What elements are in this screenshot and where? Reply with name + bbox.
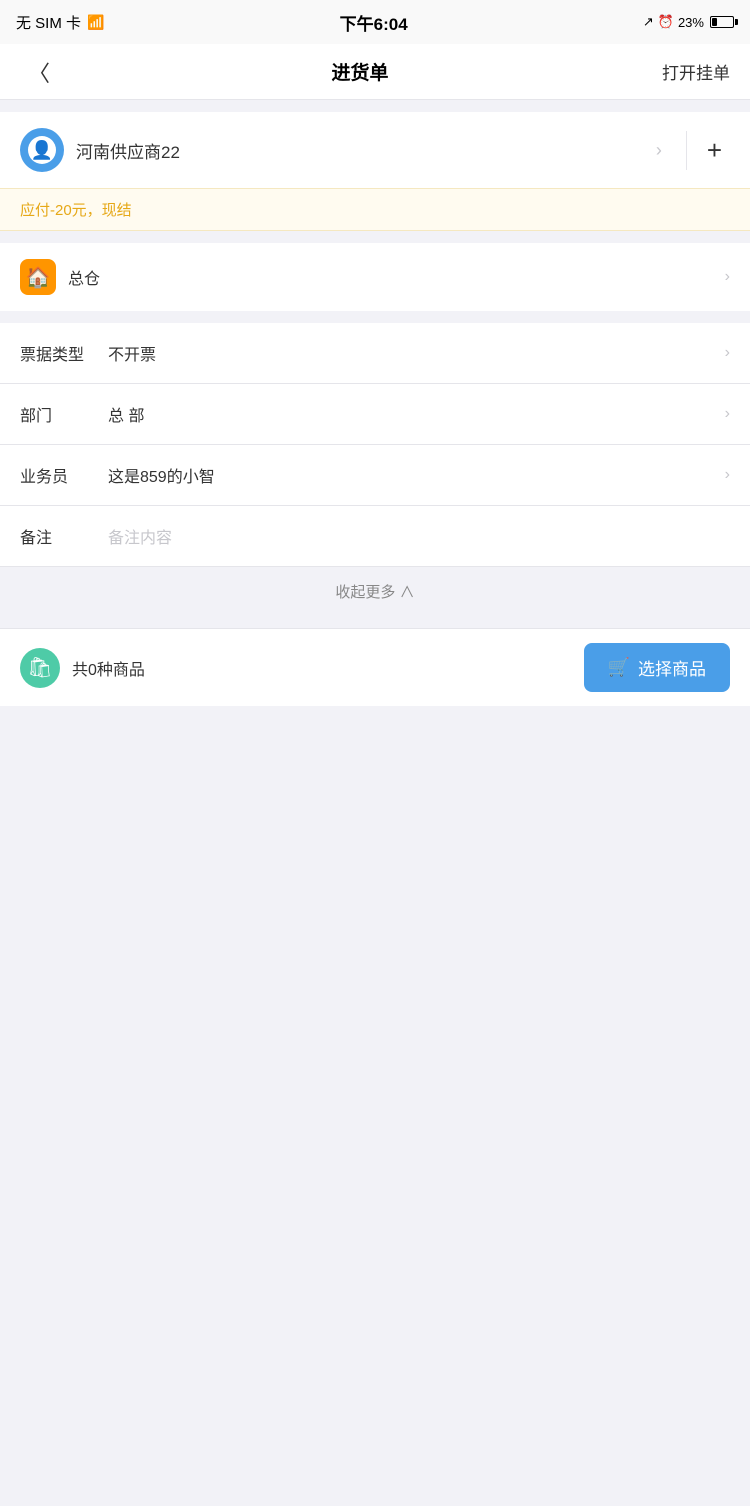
page-title: 进货单	[332, 58, 389, 85]
form-section: 票据类型 不开票 › 部门 总 部 › 业务员 这是859的小智 › 备注 备注…	[0, 323, 750, 566]
warehouse-icon: 🏠	[20, 259, 56, 295]
department-row[interactable]: 部门 总 部 ›	[0, 384, 750, 445]
select-product-button[interactable]: 🛒 选择商品	[584, 643, 730, 692]
person-icon: 👤	[31, 140, 53, 161]
department-value: 总 部	[100, 402, 717, 426]
notice-text: 应付-20元，现结	[20, 202, 132, 219]
salesperson-row[interactable]: 业务员 这是859的小智 ›	[0, 445, 750, 506]
invoice-type-value: 不开票	[100, 341, 717, 365]
salesperson-value: 这是859的小智	[100, 463, 717, 487]
product-bag-icon: 🛍	[20, 648, 60, 688]
invoice-type-row[interactable]: 票据类型 不开票 ›	[0, 323, 750, 384]
notice-banner: 应付-20元，现结	[0, 188, 750, 231]
section-gap-1	[0, 100, 750, 112]
battery-percent: 23%	[678, 15, 704, 30]
wifi-icon: 📶	[87, 14, 104, 31]
open-pending-button[interactable]: 打开挂单	[662, 59, 730, 84]
status-bar: 无 SIM 卡 📶 下午6:04 ↗ ⏰ 23%	[0, 0, 750, 44]
invoice-type-chevron-icon: ›	[725, 344, 730, 362]
product-count-left: 🛍 共0种商品	[20, 648, 145, 688]
collapse-row[interactable]: 收起更多 ∧	[0, 566, 750, 616]
remark-row[interactable]: 备注 备注内容	[0, 506, 750, 566]
main-content-bg	[0, 706, 750, 1506]
avatar-inner: 👤	[28, 136, 56, 164]
salesperson-label: 业务员	[20, 463, 100, 487]
department-chevron-icon: ›	[725, 405, 730, 423]
alarm-icon: ⏰	[658, 14, 674, 30]
select-product-icon: 🛒	[608, 657, 630, 678]
supplier-chevron-icon: ›	[656, 140, 662, 161]
warehouse-row[interactable]: 🏠 总仓 ›	[0, 243, 750, 311]
location-icon: ↗	[643, 14, 654, 30]
back-button[interactable]: 〈	[20, 48, 58, 96]
bag-icon: 🛍	[27, 655, 52, 680]
add-supplier-button[interactable]: +	[686, 131, 730, 170]
supplier-left: 👤 河南供应商22	[20, 128, 656, 172]
warehouse-section: 🏠 总仓 ›	[0, 243, 750, 311]
nav-bar: 〈 进货单 打开挂单	[0, 44, 750, 100]
supplier-row[interactable]: 👤 河南供应商22 › +	[0, 112, 750, 188]
invoice-type-label: 票据类型	[20, 341, 100, 365]
supplier-avatar: 👤	[20, 128, 64, 172]
status-left: 无 SIM 卡 📶	[16, 12, 104, 33]
section-gap-2	[0, 231, 750, 243]
select-product-label: 选择商品	[638, 655, 706, 680]
battery-icon	[710, 16, 734, 28]
status-right: ↗ ⏰ 23%	[643, 14, 734, 30]
supplier-section: 👤 河南供应商22 › + 应付-20元，现结	[0, 112, 750, 231]
salesperson-chevron-icon: ›	[725, 466, 730, 484]
remark-value: 备注内容	[100, 524, 730, 548]
house-icon: 🏠	[26, 265, 51, 290]
collapse-label: 收起更多 ∧	[335, 584, 414, 601]
section-gap-4	[0, 616, 750, 628]
product-count-text: 共0种商品	[72, 656, 145, 680]
remark-label: 备注	[20, 524, 100, 548]
warehouse-name: 总仓	[68, 265, 713, 289]
supplier-name: 河南供应商22	[76, 138, 180, 163]
sim-label: 无 SIM 卡	[16, 12, 81, 33]
section-gap-3	[0, 311, 750, 323]
department-label: 部门	[20, 402, 100, 426]
status-time: 下午6:04	[340, 10, 408, 35]
bottom-toolbar: 🛍 共0种商品 🛒 选择商品	[0, 628, 750, 706]
warehouse-chevron-icon: ›	[725, 268, 730, 286]
